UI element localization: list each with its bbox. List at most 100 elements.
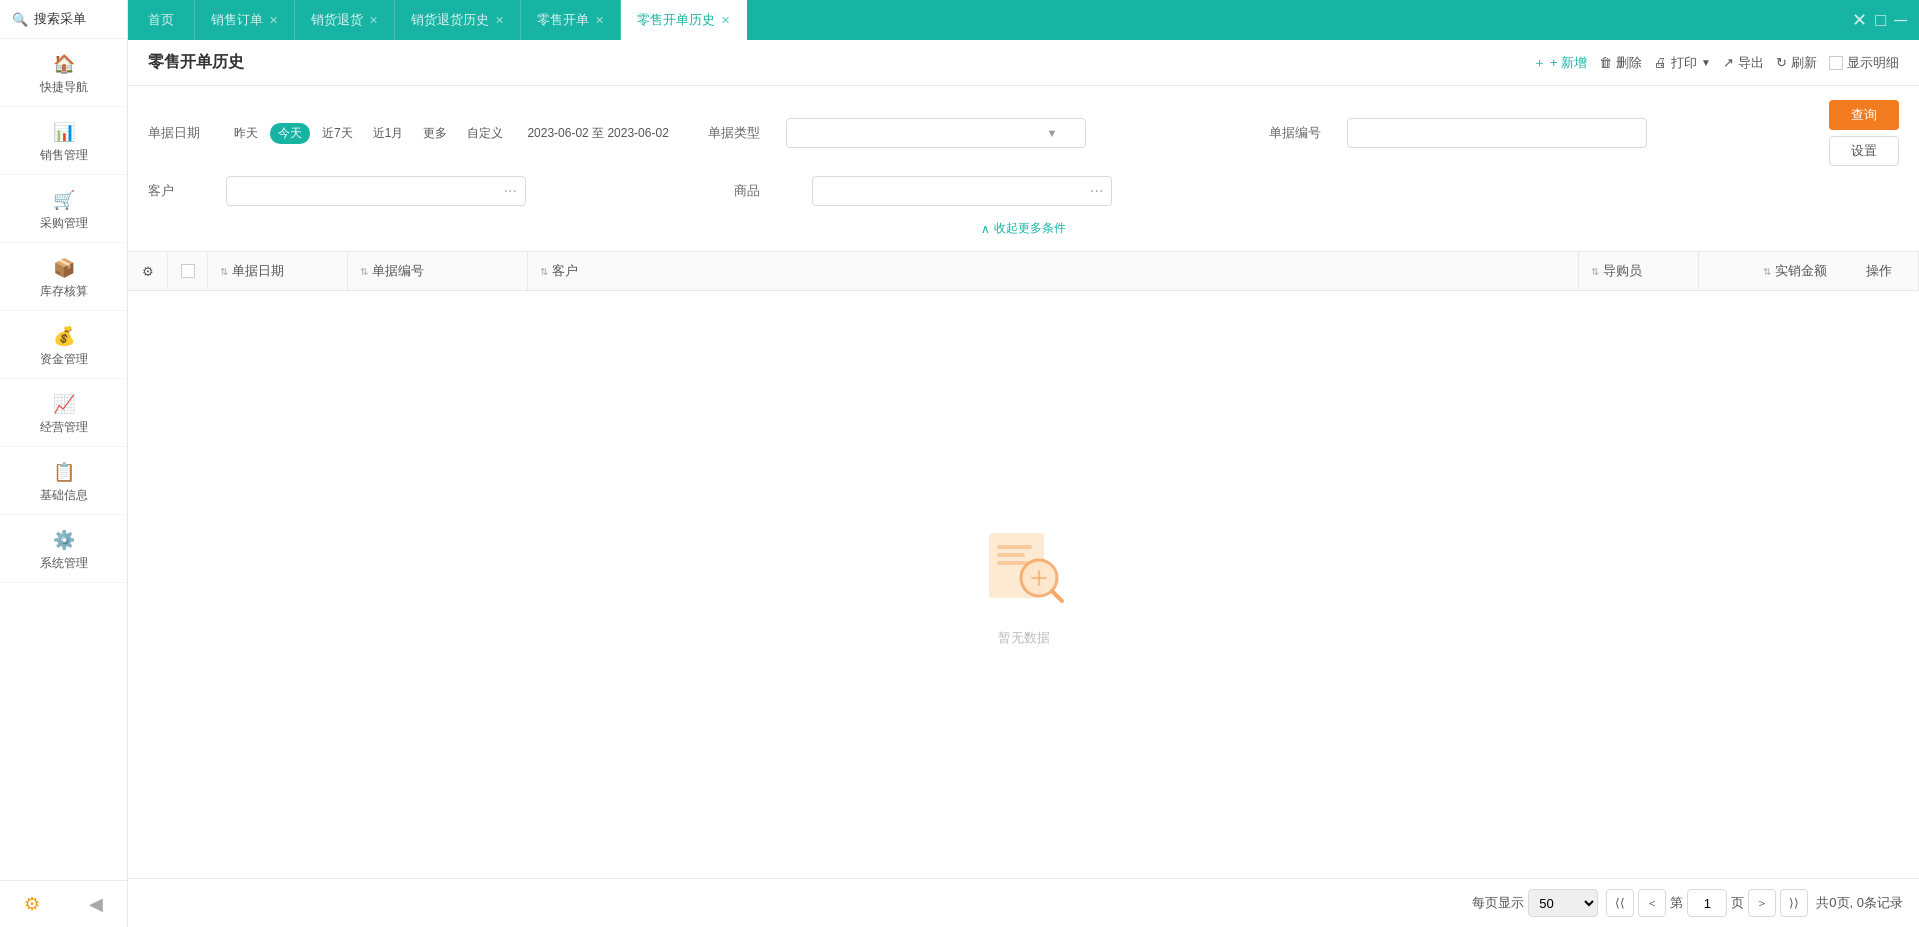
sidebar-item-operations[interactable]: 📈 经营管理 bbox=[0, 379, 127, 447]
select-all-checkbox[interactable] bbox=[181, 264, 195, 278]
per-page: 每页显示 50 10 20 100 bbox=[1472, 889, 1598, 917]
page-total: 共0页, 0条记录 bbox=[1816, 894, 1903, 912]
settings-icon[interactable]: ⚙ bbox=[24, 893, 40, 915]
sort-icon: ⇅ bbox=[540, 266, 548, 277]
tab-retail-open-label: 零售开单 bbox=[537, 11, 589, 29]
sort-icon: ⇅ bbox=[220, 266, 228, 277]
tab-sales-return-history[interactable]: 销货退货历史 ✕ bbox=[395, 0, 521, 40]
refresh-icon: ↻ bbox=[1776, 55, 1787, 70]
th-gear[interactable]: ⚙ bbox=[128, 254, 168, 289]
setting-button[interactable]: 设置 bbox=[1829, 136, 1899, 166]
date-opt-more[interactable]: 更多 bbox=[415, 123, 455, 144]
sidebar-item-finance[interactable]: 💰 资金管理 bbox=[0, 311, 127, 379]
sidebar-item-label: 资金管理 bbox=[40, 351, 88, 368]
goods-label: 商品 bbox=[734, 182, 804, 200]
filter-area: 单据日期 昨天 今天 近7天 近1月 更多 自定义 2023-06-02 至 2… bbox=[128, 86, 1919, 252]
sidebar-item-basic-info[interactable]: 📋 基础信息 bbox=[0, 447, 127, 515]
th-customer[interactable]: ⇅ 客户 bbox=[528, 252, 1579, 290]
page-input[interactable] bbox=[1687, 889, 1727, 917]
add-button[interactable]: ＋ + 新增 bbox=[1533, 54, 1587, 72]
date-opt-7days[interactable]: 近7天 bbox=[314, 123, 361, 144]
content-area: 零售开单历史 ＋ + 新增 🗑 删除 🖨 打印 ▼ ↗ 导出 bbox=[128, 40, 1919, 927]
restore-window-icon[interactable]: □ bbox=[1875, 10, 1886, 31]
date-opt-1month[interactable]: 近1月 bbox=[365, 123, 412, 144]
sidebar-search[interactable]: 🔍 搜索采单 bbox=[0, 0, 127, 39]
tab-bar-right: ✕ □ ─ bbox=[1852, 9, 1919, 31]
date-label: 单据日期 bbox=[148, 124, 218, 142]
tab-retail-history[interactable]: 零售开单历史 ✕ bbox=[621, 0, 747, 40]
home-icon: 🏠 bbox=[53, 53, 75, 75]
date-opt-today[interactable]: 今天 bbox=[270, 123, 310, 144]
collapse-icon[interactable]: ◀ bbox=[89, 893, 103, 915]
sidebar-item-purchase-mgmt[interactable]: 🛒 采购管理 bbox=[0, 175, 127, 243]
delete-button[interactable]: 🗑 删除 bbox=[1599, 54, 1642, 72]
tab-home[interactable]: 首页 bbox=[128, 0, 195, 40]
sort-icon: ⇅ bbox=[1591, 266, 1599, 277]
goods-input[interactable]: ··· bbox=[812, 176, 1112, 206]
customer-dots: ··· bbox=[504, 182, 517, 200]
date-opt-custom[interactable]: 自定义 bbox=[459, 123, 511, 144]
sidebar: 🔍 搜索采单 🏠 快捷导航 📊 销售管理 🛒 采购管理 📦 库存核算 💰 资金管… bbox=[0, 0, 128, 927]
sort-icon: ⇅ bbox=[360, 266, 368, 277]
print-dropdown-icon: ▼ bbox=[1701, 57, 1711, 68]
print-button[interactable]: 🖨 打印 ▼ bbox=[1654, 54, 1711, 72]
close-window-icon[interactable]: ✕ bbox=[1852, 9, 1867, 31]
sidebar-item-inventory[interactable]: 📦 库存核算 bbox=[0, 243, 127, 311]
tab-sales-return-close[interactable]: ✕ bbox=[369, 14, 378, 27]
display-detail-checkbox[interactable]: 显示明细 bbox=[1829, 54, 1899, 72]
tab-retail-history-close[interactable]: ✕ bbox=[721, 14, 730, 27]
collapse-more-btn[interactable]: ∧ 收起更多条件 bbox=[148, 216, 1899, 241]
th-checkbox[interactable] bbox=[168, 254, 208, 288]
svg-rect-3 bbox=[997, 561, 1029, 565]
sidebar-item-quick-nav[interactable]: 🏠 快捷导航 bbox=[0, 39, 127, 107]
export-button[interactable]: ↗ 导出 bbox=[1723, 54, 1764, 72]
tab-retail-history-label: 零售开单历史 bbox=[637, 11, 715, 29]
per-page-label: 每页显示 bbox=[1472, 894, 1524, 912]
query-button[interactable]: 查询 bbox=[1829, 100, 1899, 130]
number-input[interactable] bbox=[1347, 118, 1647, 148]
customer-label: 客户 bbox=[148, 182, 218, 200]
sidebar-item-sys-mgmt[interactable]: ⚙️ 系统管理 bbox=[0, 515, 127, 583]
sort-icon: ⇅ bbox=[1763, 266, 1771, 277]
inventory-icon: 📦 bbox=[53, 257, 75, 279]
tab-sales-return-history-close[interactable]: ✕ bbox=[495, 14, 504, 27]
sidebar-item-sales-mgmt[interactable]: 📊 销售管理 bbox=[0, 107, 127, 175]
customer-input[interactable]: ··· bbox=[226, 176, 526, 206]
refresh-button[interactable]: ↻ 刷新 bbox=[1776, 54, 1817, 72]
page-nav: ⟨⟨ ＜ 第 页 ＞ ⟩⟩ bbox=[1606, 889, 1808, 917]
page-first-btn[interactable]: ⟨⟨ bbox=[1606, 889, 1634, 917]
per-page-select[interactable]: 50 10 20 100 bbox=[1528, 889, 1598, 917]
search-icon: 🔍 bbox=[12, 12, 28, 27]
tab-sales-return[interactable]: 销货退货 ✕ bbox=[295, 0, 395, 40]
sidebar-item-label: 经营管理 bbox=[40, 419, 88, 436]
tab-retail-open-close[interactable]: ✕ bbox=[595, 14, 604, 27]
tab-sales-order-close[interactable]: ✕ bbox=[269, 14, 278, 27]
tab-retail-open[interactable]: 零售开单 ✕ bbox=[521, 0, 621, 40]
page-suffix: 页 bbox=[1731, 894, 1744, 912]
checkbox-box bbox=[1829, 56, 1843, 70]
empty-state: 暂无数据 bbox=[128, 291, 1919, 878]
page-actions: ＋ + 新增 🗑 删除 🖨 打印 ▼ ↗ 导出 ↻ bbox=[1533, 54, 1899, 72]
number-label: 单据编号 bbox=[1269, 124, 1339, 142]
delete-icon: 🗑 bbox=[1599, 55, 1612, 70]
svg-rect-2 bbox=[997, 553, 1025, 557]
finance-icon: 💰 bbox=[53, 325, 75, 347]
collapse-more-label: 收起更多条件 bbox=[994, 220, 1066, 237]
type-dropdown-icon: ▼ bbox=[1046, 127, 1057, 139]
page-prev-btn[interactable]: ＜ bbox=[1638, 889, 1666, 917]
sidebar-item-label: 库存核算 bbox=[40, 283, 88, 300]
type-select[interactable]: ▼ bbox=[786, 118, 1086, 148]
th-date[interactable]: ⇅ 单据日期 bbox=[208, 252, 348, 290]
th-guide[interactable]: ⇅ 导购员 bbox=[1579, 252, 1699, 290]
tab-sales-order[interactable]: 销售订单 ✕ bbox=[195, 0, 295, 40]
sidebar-search-label: 搜索采单 bbox=[34, 10, 86, 28]
th-number[interactable]: ⇅ 单据编号 bbox=[348, 252, 528, 290]
page-last-btn[interactable]: ⟩⟩ bbox=[1780, 889, 1808, 917]
purchase-icon: 🛒 bbox=[53, 189, 75, 211]
page-next-btn[interactable]: ＞ bbox=[1748, 889, 1776, 917]
th-amount[interactable]: ⇅ 实销金额 bbox=[1699, 252, 1839, 290]
minimize-window-icon[interactable]: ─ bbox=[1894, 10, 1907, 31]
tab-sales-return-history-label: 销货退货历史 bbox=[411, 11, 489, 29]
date-opt-yesterday[interactable]: 昨天 bbox=[226, 123, 266, 144]
main-area: 首页 销售订单 ✕ 销货退货 ✕ 销货退货历史 ✕ 零售开单 ✕ 零售开单历史 … bbox=[128, 0, 1919, 927]
